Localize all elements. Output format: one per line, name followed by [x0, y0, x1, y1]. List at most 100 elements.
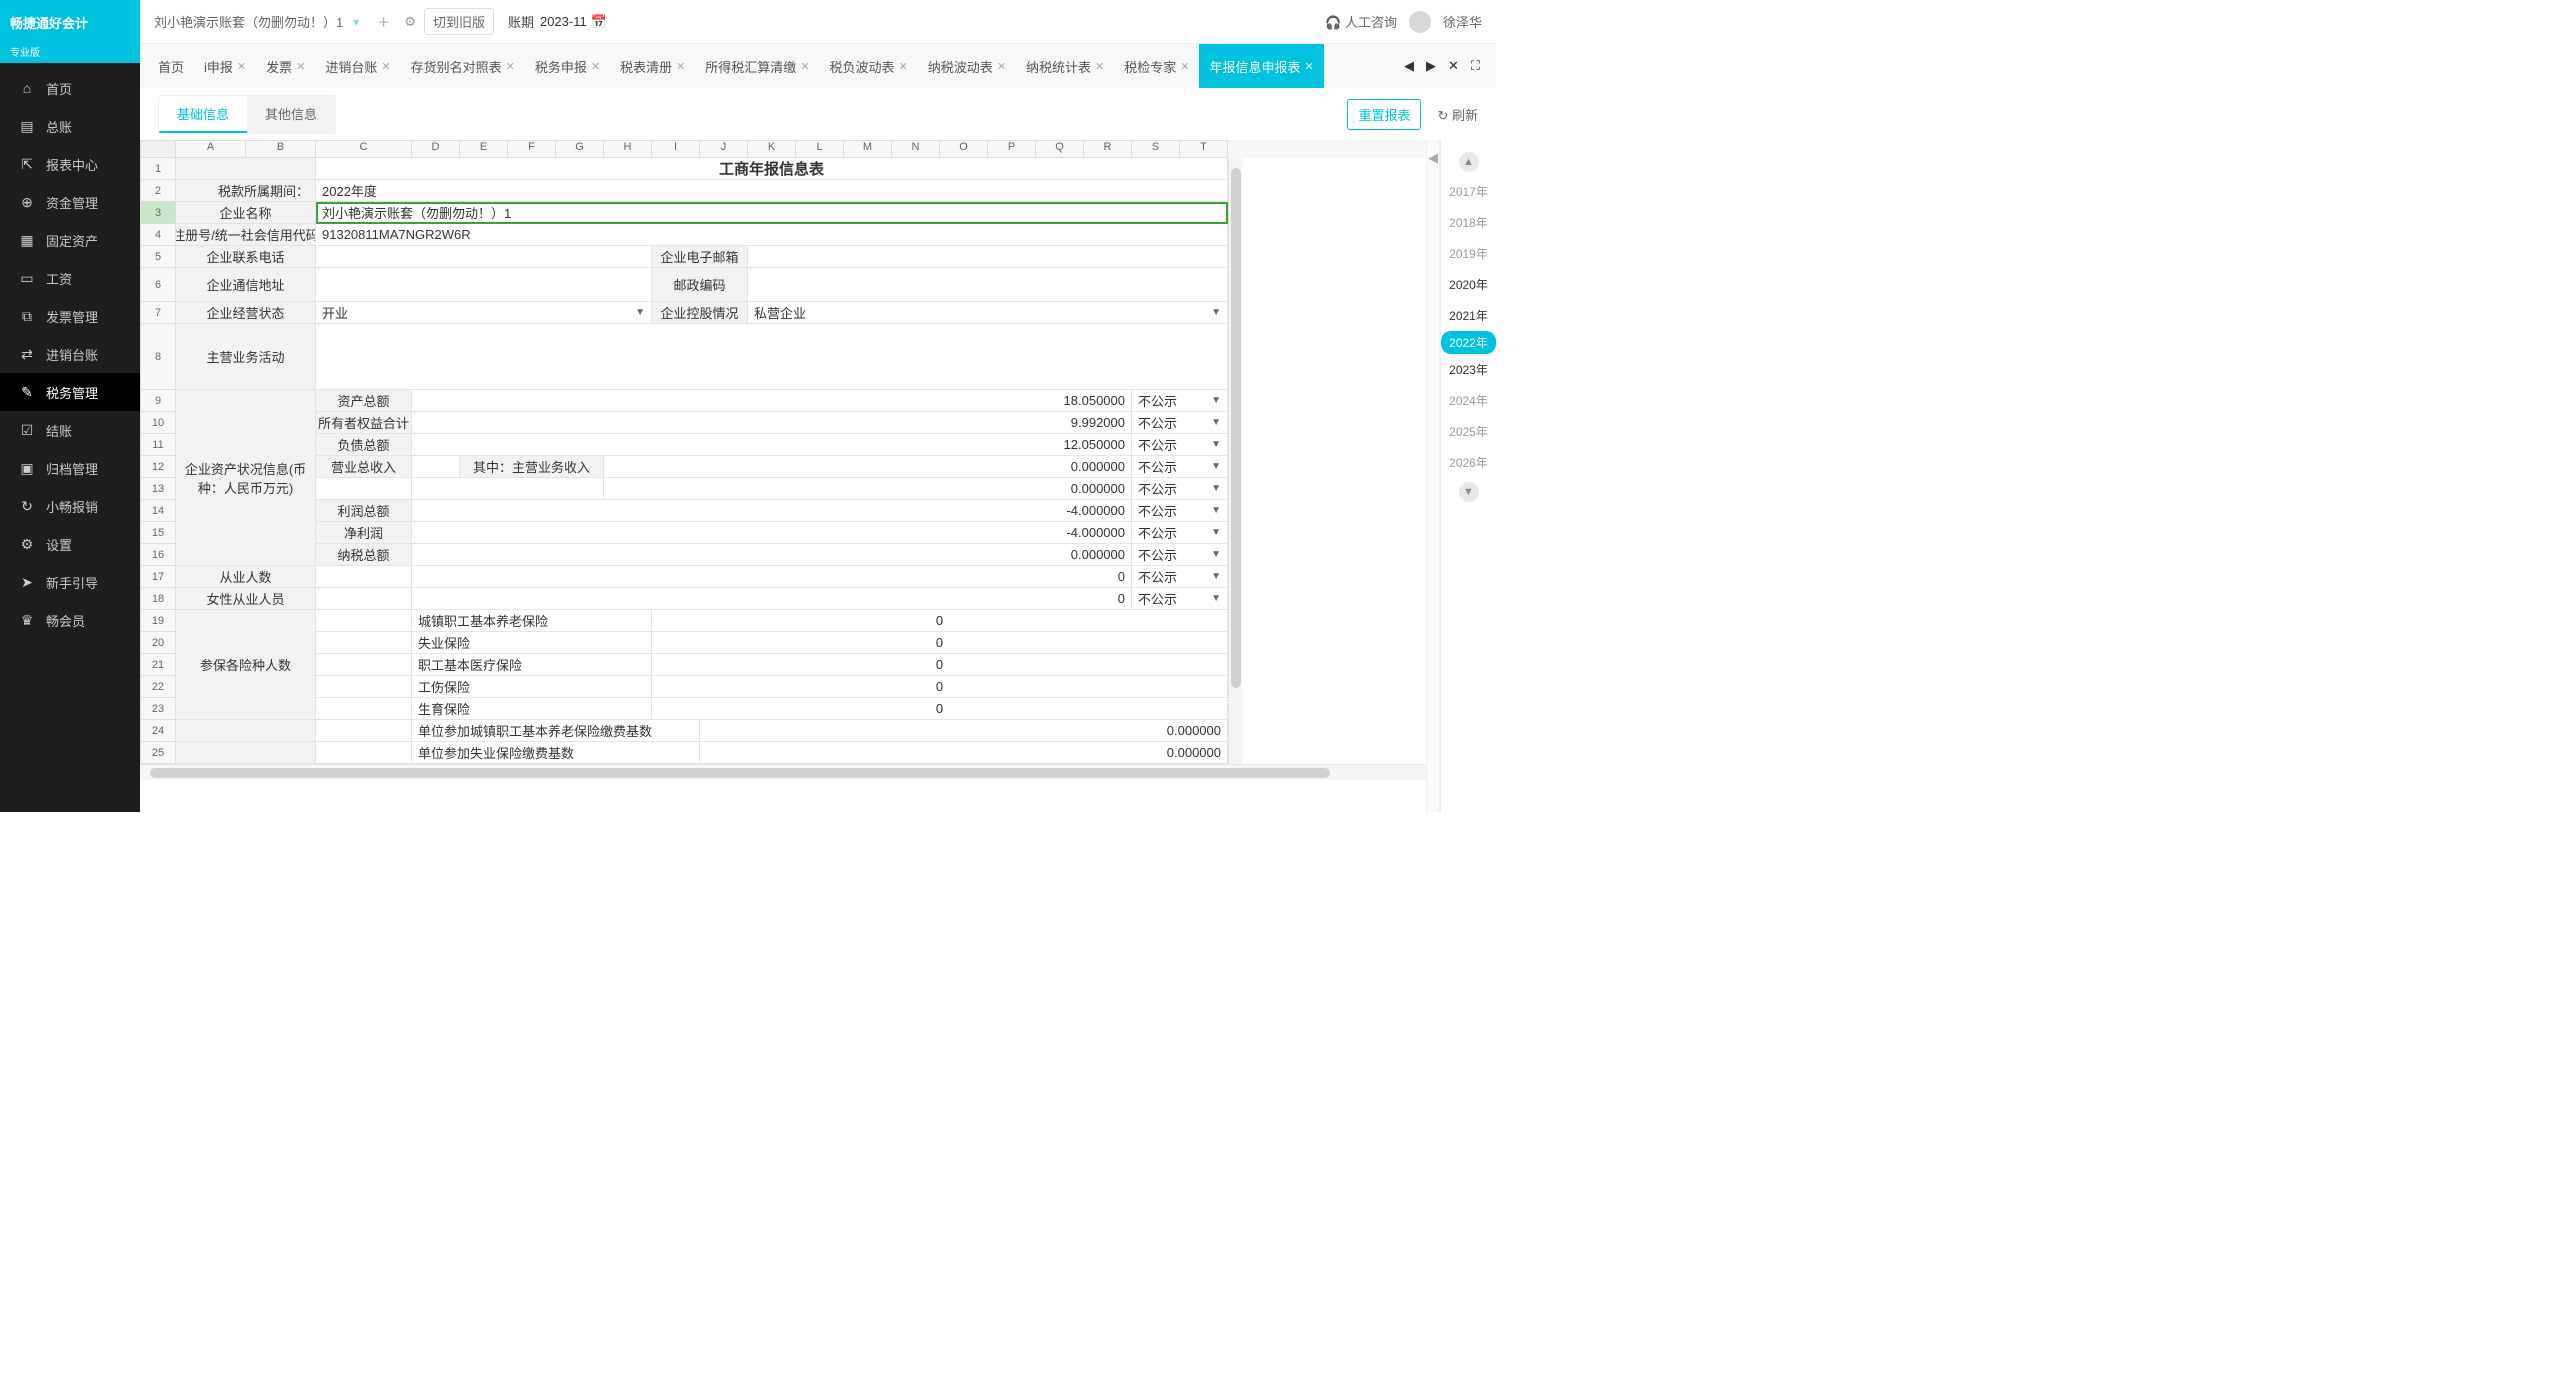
sidebar-item[interactable]: ▣归档管理	[0, 449, 140, 487]
row-header[interactable]: 2	[140, 180, 176, 202]
tab[interactable]: 年报信息申报表✕	[1199, 44, 1323, 88]
column-header[interactable]: N	[892, 140, 940, 158]
cell[interactable]: 刘小艳演示账套（勿删勿动！）1	[316, 202, 1228, 224]
column-header[interactable]: O	[940, 140, 988, 158]
close-icon[interactable]: ✕	[381, 60, 390, 73]
column-header[interactable]: S	[1132, 140, 1180, 158]
row-header[interactable]: 12	[140, 456, 176, 478]
tab[interactable]: 进销台账✕	[315, 44, 400, 88]
row-header[interactable]: 17	[140, 566, 176, 588]
year-item[interactable]: 2025年	[1449, 416, 1488, 447]
column-header[interactable]: T	[1180, 140, 1228, 158]
fold-handle[interactable]: ◀	[1426, 140, 1440, 812]
column-header[interactable]: J	[700, 140, 748, 158]
cell[interactable]: 0	[652, 654, 1228, 676]
consult-button[interactable]: 🎧 人工咨询	[1325, 12, 1397, 31]
year-down-button[interactable]: ▼	[1459, 482, 1479, 502]
period-value[interactable]: 2023-11	[540, 14, 587, 29]
close-icon[interactable]: ✕	[800, 60, 809, 73]
sidebar-item[interactable]: ▭工资	[0, 259, 140, 297]
tab[interactable]: 税检专家✕	[1114, 44, 1199, 88]
cell[interactable]: 城镇职工基本养老保险	[412, 610, 652, 632]
cell[interactable]: 邮政编码	[652, 268, 748, 302]
cell[interactable]: 企业经营状态	[176, 302, 316, 324]
tab[interactable]: 税表清册✕	[610, 44, 695, 88]
column-header[interactable]: E	[460, 140, 508, 158]
year-item[interactable]: 2024年	[1449, 385, 1488, 416]
row-header[interactable]: 4	[140, 224, 176, 246]
cell[interactable]: 2022年度	[316, 180, 1228, 202]
sidebar-item[interactable]: ⌂首页	[0, 69, 140, 107]
cell[interactable]	[176, 158, 316, 180]
column-header[interactable]: H	[604, 140, 652, 158]
row-header[interactable]: 21	[140, 654, 176, 676]
cell[interactable]	[316, 610, 412, 632]
tab[interactable]: i申报✕	[194, 44, 256, 88]
cell[interactable]	[316, 654, 412, 676]
status-select[interactable]: 开业▼	[316, 302, 652, 324]
cell[interactable]: 0.000000	[604, 456, 1132, 478]
cell[interactable]: 单位参加城镇职工基本养老保险缴费基数	[412, 720, 700, 742]
tabs-fullscreen-button[interactable]: ⛶	[1471, 58, 1480, 74]
close-icon[interactable]: ✕	[591, 60, 600, 73]
cell[interactable]: 企业联系电话	[176, 246, 316, 268]
cell[interactable]: 注册号/统一社会信用代码	[176, 224, 316, 246]
dropdown-icon[interactable]: ▼	[1211, 505, 1221, 516]
column-header[interactable]: C	[316, 140, 412, 158]
row-header[interactable]: 20	[140, 632, 176, 654]
close-icon[interactable]: ✕	[1180, 60, 1189, 73]
tab[interactable]: 税务申报✕	[525, 44, 610, 88]
tab[interactable]: 纳税波动表✕	[918, 44, 1016, 88]
row-header[interactable]: 14	[140, 500, 176, 522]
dropdown-icon[interactable]: ▼	[1211, 527, 1221, 538]
row-header[interactable]: 15	[140, 522, 176, 544]
row-header[interactable]: 22	[140, 676, 176, 698]
row-header[interactable]: 24	[140, 720, 176, 742]
row-header[interactable]: 19	[140, 610, 176, 632]
cell[interactable]: 所有者权益合计	[316, 412, 412, 434]
year-item[interactable]: 2020年	[1449, 269, 1488, 300]
publish-select[interactable]: 不公示▼	[1132, 566, 1228, 588]
avatar[interactable]	[1409, 11, 1431, 33]
publish-select[interactable]: 不公示▼	[1132, 522, 1228, 544]
cell[interactable]: -4.000000	[412, 500, 1132, 522]
cell[interactable]: 资产总额	[316, 390, 412, 412]
cell[interactable]: 0	[412, 588, 1132, 610]
cell[interactable]	[176, 742, 316, 764]
sub-tab[interactable]: 基础信息	[159, 96, 247, 133]
calendar-icon[interactable]: 📅	[591, 14, 607, 30]
tabs-next-button[interactable]: ▶	[1426, 58, 1436, 74]
cell[interactable]	[316, 566, 412, 588]
tab[interactable]: 税负波动表✕	[820, 44, 918, 88]
close-icon[interactable]: ✕	[899, 60, 908, 73]
close-icon[interactable]: ✕	[296, 60, 305, 73]
column-header[interactable]: D	[412, 140, 460, 158]
row-header[interactable]: 9	[140, 390, 176, 412]
close-icon[interactable]: ✕	[506, 60, 515, 73]
column-header[interactable]: F	[508, 140, 556, 158]
column-header[interactable]: Q	[1036, 140, 1084, 158]
sidebar-item[interactable]: ⧉发票管理	[0, 297, 140, 335]
sidebar-item[interactable]: ▤总账	[0, 107, 140, 145]
cell[interactable]: 营业总收入	[316, 456, 412, 478]
sidebar-item[interactable]: ⇄进销台账	[0, 335, 140, 373]
cell[interactable]: 企业通信地址	[176, 268, 316, 302]
column-header[interactable]: G	[556, 140, 604, 158]
cell[interactable]: 工商年报信息表	[316, 158, 1228, 180]
user-name[interactable]: 徐泽华	[1443, 12, 1482, 31]
dropdown-icon[interactable]: ▼	[1211, 417, 1221, 428]
publish-select[interactable]: 不公示▼	[1132, 588, 1228, 610]
old-version-button[interactable]: 切到旧版	[424, 8, 494, 35]
dropdown-icon[interactable]: ▼	[1211, 439, 1221, 450]
tab[interactable]: 所得税汇算清缴✕	[695, 44, 819, 88]
row-header[interactable]: 7	[140, 302, 176, 324]
publish-select[interactable]: 不公示▼	[1132, 412, 1228, 434]
dropdown-icon[interactable]: ▼	[1211, 593, 1221, 604]
sidebar-item[interactable]: ▦固定资产	[0, 221, 140, 259]
close-icon[interactable]: ✕	[1095, 60, 1104, 73]
account-selector[interactable]: 刘小艳演示账套（勿删勿动！）1 ▾	[154, 12, 359, 31]
holding-select[interactable]: 私营企业▼	[748, 302, 1228, 324]
cell[interactable]: 其中：主营业务收入	[460, 456, 604, 478]
publish-select[interactable]: 不公示▼	[1132, 434, 1228, 456]
cell[interactable]: 12.050000	[412, 434, 1132, 456]
